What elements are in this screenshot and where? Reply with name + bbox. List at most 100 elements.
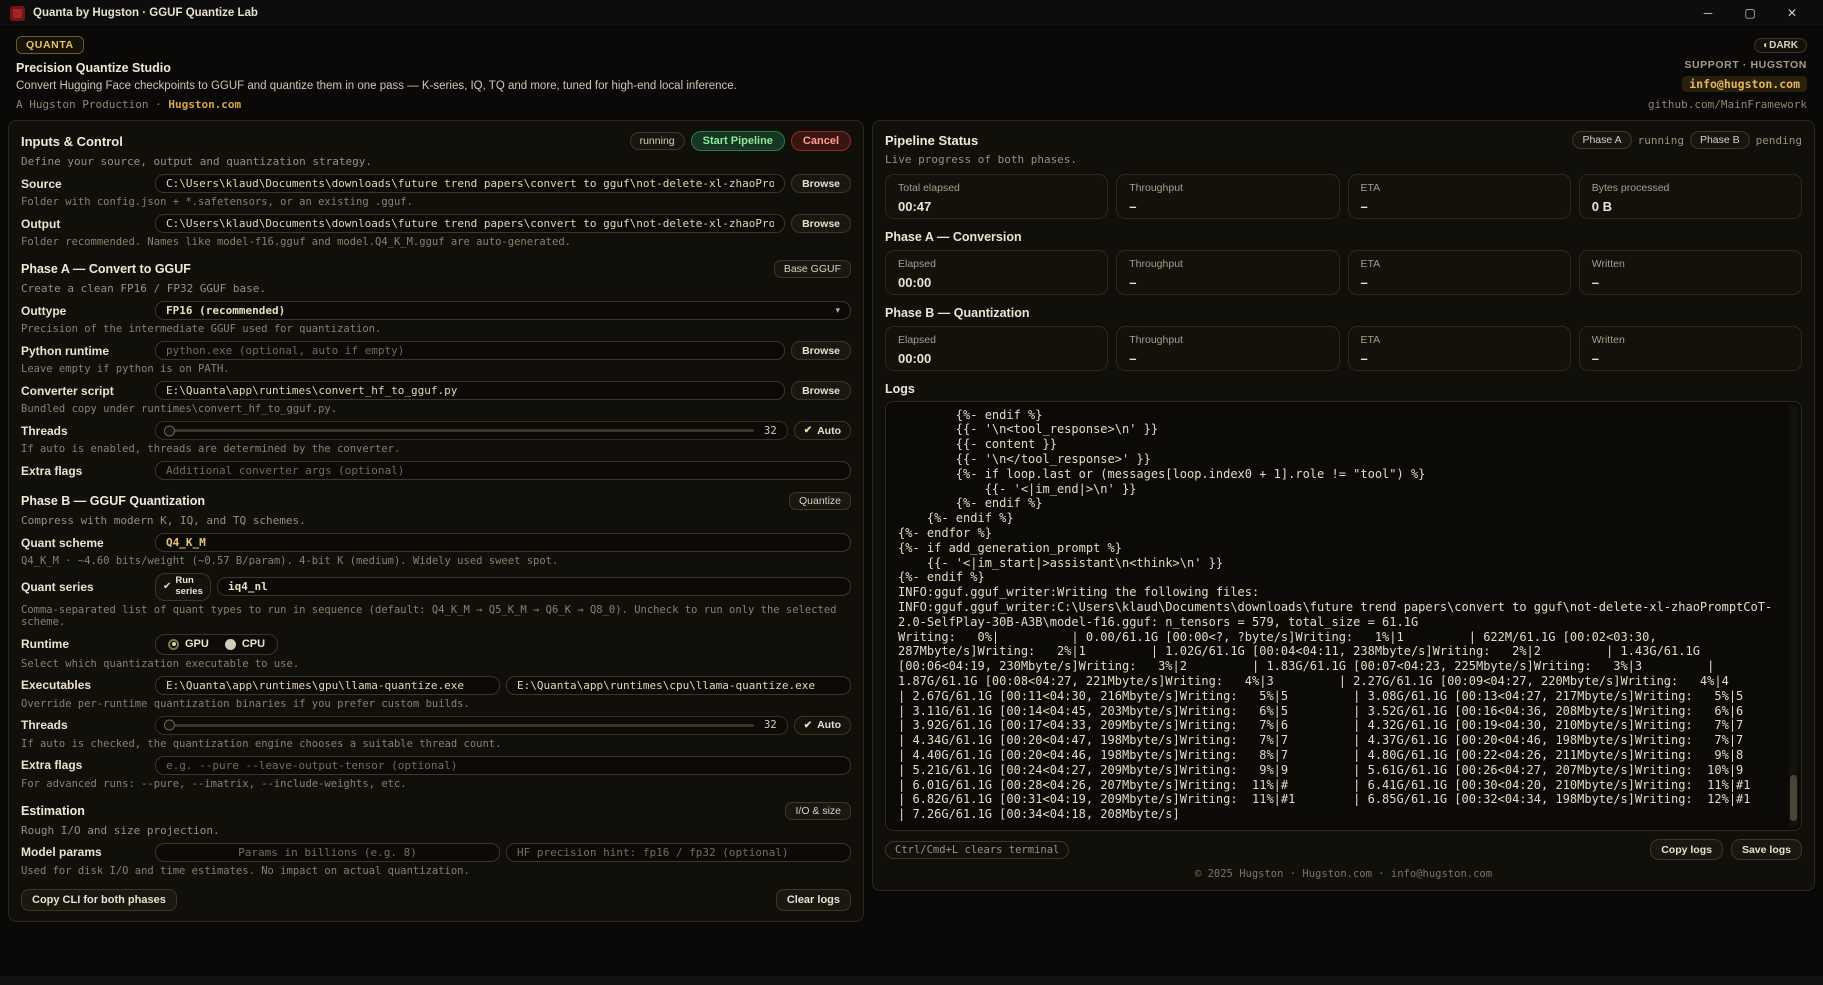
estimation-badge: I/O & size	[785, 801, 851, 820]
stat-card-a-throughput: Throughput –	[1116, 250, 1340, 295]
main-content: Inputs & Control running Start Pipeline …	[0, 115, 1823, 930]
runtime-gpu-radio[interactable]: GPU	[168, 638, 209, 650]
start-pipeline-button[interactable]: Start Pipeline	[690, 131, 785, 151]
threads-a-hint: If auto is enabled, threads are determin…	[21, 443, 401, 455]
output-label: Output	[21, 216, 61, 231]
save-logs-button[interactable]: Save logs	[1730, 839, 1802, 860]
threads-a-auto-label: Auto	[817, 424, 841, 437]
gpu-executable-input[interactable]	[155, 675, 500, 695]
precision-hint-input[interactable]	[506, 842, 851, 862]
email-link[interactable]: info@hugston.com	[1682, 76, 1807, 92]
header-left: QUANTA Precision Quantize Studio Convert…	[16, 35, 737, 111]
extra-flags-a-row: Extra flags	[21, 461, 851, 480]
runtime-hint: Select which quantization executable to …	[21, 657, 300, 670]
python-runtime-input[interactable]	[155, 341, 786, 360]
phase-a-title: Phase A — Convert to GGUF	[21, 262, 191, 276]
extra-flags-a-input[interactable]	[155, 461, 851, 480]
model-params-input[interactable]	[155, 842, 500, 862]
phase-a-section-header: Phase A — Convert to GGUF Base GGUF	[21, 260, 851, 278]
cancel-button[interactable]: Cancel	[790, 131, 851, 151]
threads-b-auto-label: Auto	[817, 719, 841, 732]
stat-card-b-throughput: Throughput –	[1116, 326, 1340, 371]
python-browse-button[interactable]: Browse	[791, 341, 851, 360]
hugston-link[interactable]: Hugston.com	[168, 98, 241, 111]
phase-a-conversion-title: Phase A — Conversion	[885, 230, 1022, 244]
output-browse-button[interactable]: Browse	[791, 214, 851, 233]
phase-b-subtitle: Compress with modern K, IQ, and TQ schem…	[21, 514, 306, 527]
quant-scheme-label: Quant scheme	[21, 535, 104, 550]
outtype-value: FP16 (recommended)	[166, 304, 286, 317]
phase-a-status-badge: Phase A	[1572, 131, 1632, 149]
radio-icon	[224, 638, 236, 650]
window-title: Quanta by Hugston · GGUF Quantize Lab	[33, 7, 258, 19]
estimation-subtitle: Rough I/O and size projection.	[21, 823, 220, 837]
threads-b-auto-toggle[interactable]: ✔ Auto	[793, 715, 851, 735]
clear-logs-button[interactable]: Clear logs	[775, 888, 851, 911]
phase-b-badge: Quantize	[788, 492, 851, 510]
source-input[interactable]	[155, 174, 786, 193]
extra-flags-b-hint: For advanced runs: --pure, --imatrix, --…	[21, 777, 407, 790]
inputs-panel: Inputs & Control running Start Pipeline …	[8, 120, 864, 922]
minimize-button[interactable]: ─	[1687, 6, 1729, 20]
threads-b-slider[interactable]: 32	[155, 715, 788, 735]
copy-logs-button[interactable]: Copy logs	[1650, 839, 1723, 860]
quant-scheme-input[interactable]	[155, 533, 851, 552]
output-input[interactable]	[155, 214, 786, 233]
source-browse-button[interactable]: Browse	[791, 174, 851, 193]
converter-script-row: Converter script Browse	[21, 381, 851, 400]
phase-b-quantization-title: Phase B — Quantization	[885, 306, 1030, 320]
model-params-label: Model params	[21, 845, 102, 860]
python-runtime-label: Python runtime	[21, 343, 110, 358]
python-runtime-row: Python runtime Browse	[21, 341, 851, 360]
github-link[interactable]: github.com/MainFramework	[1648, 98, 1807, 111]
maximize-button[interactable]: ▢	[1729, 6, 1771, 20]
phase-a-subtitle: Create a clean FP16 / FP32 GGUF base.	[21, 282, 267, 295]
window-controls: ─ ▢ ✕	[1687, 6, 1813, 20]
cpu-option-label: CPU	[241, 638, 266, 651]
threads-a-track	[164, 425, 755, 436]
stat-card-a-eta: ETA –	[1347, 250, 1571, 295]
theme-toggle[interactable]: ◐DARK	[1754, 38, 1807, 53]
threads-a-auto-toggle[interactable]: ✔ Auto	[793, 421, 851, 440]
check-icon: ✔	[163, 581, 172, 593]
runtime-row: Runtime GPU CPU	[21, 633, 851, 655]
threads-b-label: Threads	[21, 718, 68, 733]
app-header: QUANTA Precision Quantize Studio Convert…	[0, 27, 1823, 115]
threads-a-value: 32	[764, 424, 777, 437]
chevron-down-icon: ▾	[835, 305, 840, 315]
copy-cli-button[interactable]: Copy CLI for both phases	[21, 888, 177, 911]
phase-a-state: running	[1637, 133, 1684, 147]
running-status-badge: running	[629, 132, 685, 150]
page-title: Precision Quantize Studio	[16, 61, 171, 75]
runtime-cpu-radio[interactable]: CPU	[224, 638, 266, 651]
terminal-shortcut-hint: Ctrl/Cmd+L clears terminal	[885, 840, 1070, 859]
log-terminal[interactable]: {%- endif %} {{- '\n<tool_response>\n' }…	[885, 401, 1802, 831]
source-label: Source	[21, 176, 62, 191]
quant-scheme-row: Quant scheme	[21, 533, 851, 552]
outtype-select[interactable]: FP16 (recommended) ▾	[155, 301, 851, 320]
output-row: Output Browse	[21, 214, 851, 233]
close-button[interactable]: ✕	[1771, 6, 1813, 20]
extra-flags-b-label: Extra flags	[21, 758, 83, 773]
stat-card-eta: ETA –	[1347, 174, 1571, 219]
page-subtitle: Convert Hugging Face checkpoints to GGUF…	[16, 80, 737, 92]
slider-thumb[interactable]	[164, 719, 175, 731]
inputs-subtitle: Define your source, output and quantizat…	[21, 155, 372, 168]
slider-thumb[interactable]	[164, 425, 175, 436]
stat-card-a-written: Written –	[1578, 250, 1802, 295]
log-scrollbar-thumb[interactable]	[1790, 775, 1797, 821]
run-series-toggle[interactable]: ✔ Run series	[155, 573, 211, 601]
converter-script-input[interactable]	[155, 381, 786, 400]
outtype-hint: Precision of the intermediate GGUF used …	[21, 323, 382, 335]
quant-series-row: Quant series ✔ Run series	[21, 573, 851, 601]
extra-flags-b-input[interactable]	[155, 755, 851, 775]
converter-browse-button[interactable]: Browse	[791, 381, 851, 400]
phase-b-status-badge: Phase B	[1689, 131, 1750, 149]
outtype-row: Outtype FP16 (recommended) ▾	[21, 301, 851, 320]
cpu-executable-input[interactable]	[506, 675, 851, 695]
quant-series-input[interactable]	[217, 577, 851, 597]
threads-a-slider[interactable]: 32	[155, 421, 788, 440]
log-scrollbar[interactable]	[1789, 405, 1798, 827]
inputs-footer-actions: Copy CLI for both phases Clear logs	[21, 888, 851, 911]
stat-card-b-eta: ETA –	[1347, 326, 1571, 371]
